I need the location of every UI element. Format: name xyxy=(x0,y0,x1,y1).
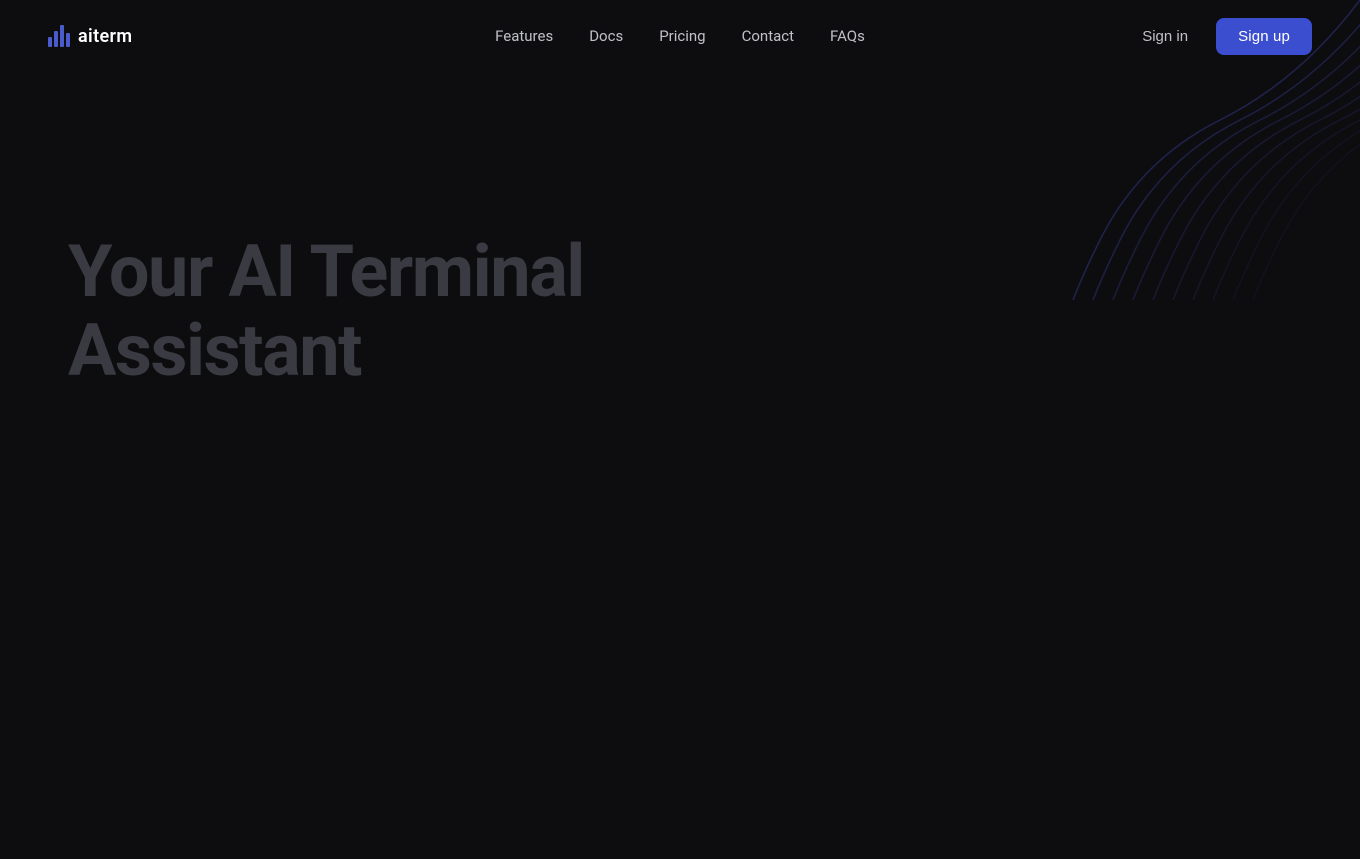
logo-text: aiterm xyxy=(78,26,132,47)
hero-section: Your AI Terminal Assistant xyxy=(0,72,1360,390)
logo-icon xyxy=(48,25,70,47)
logo-link[interactable]: aiterm xyxy=(48,25,132,47)
logo-bar-4 xyxy=(66,33,70,47)
nav-actions: Sign in Sign up xyxy=(1130,18,1312,55)
navbar: aiterm Features Docs Pricing Contact FAQ… xyxy=(0,0,1360,72)
sign-up-button[interactable]: Sign up xyxy=(1216,18,1312,55)
logo-bar-1 xyxy=(48,37,52,47)
hero-title-line1: Your AI Terminal xyxy=(68,229,584,314)
nav-link-pricing[interactable]: Pricing xyxy=(659,27,705,45)
nav-links: Features Docs Pricing Contact FAQs xyxy=(495,27,865,45)
nav-link-contact[interactable]: Contact xyxy=(742,27,794,45)
nav-link-docs[interactable]: Docs xyxy=(589,27,623,45)
hero-title: Your AI Terminal Assistant xyxy=(68,232,668,390)
sign-in-button[interactable]: Sign in xyxy=(1130,20,1200,53)
hero-title-line2: Assistant xyxy=(68,308,361,393)
logo-bar-2 xyxy=(54,31,58,47)
nav-link-features[interactable]: Features xyxy=(495,27,553,45)
nav-link-faqs[interactable]: FAQs xyxy=(830,27,865,45)
logo-bar-3 xyxy=(60,25,64,47)
